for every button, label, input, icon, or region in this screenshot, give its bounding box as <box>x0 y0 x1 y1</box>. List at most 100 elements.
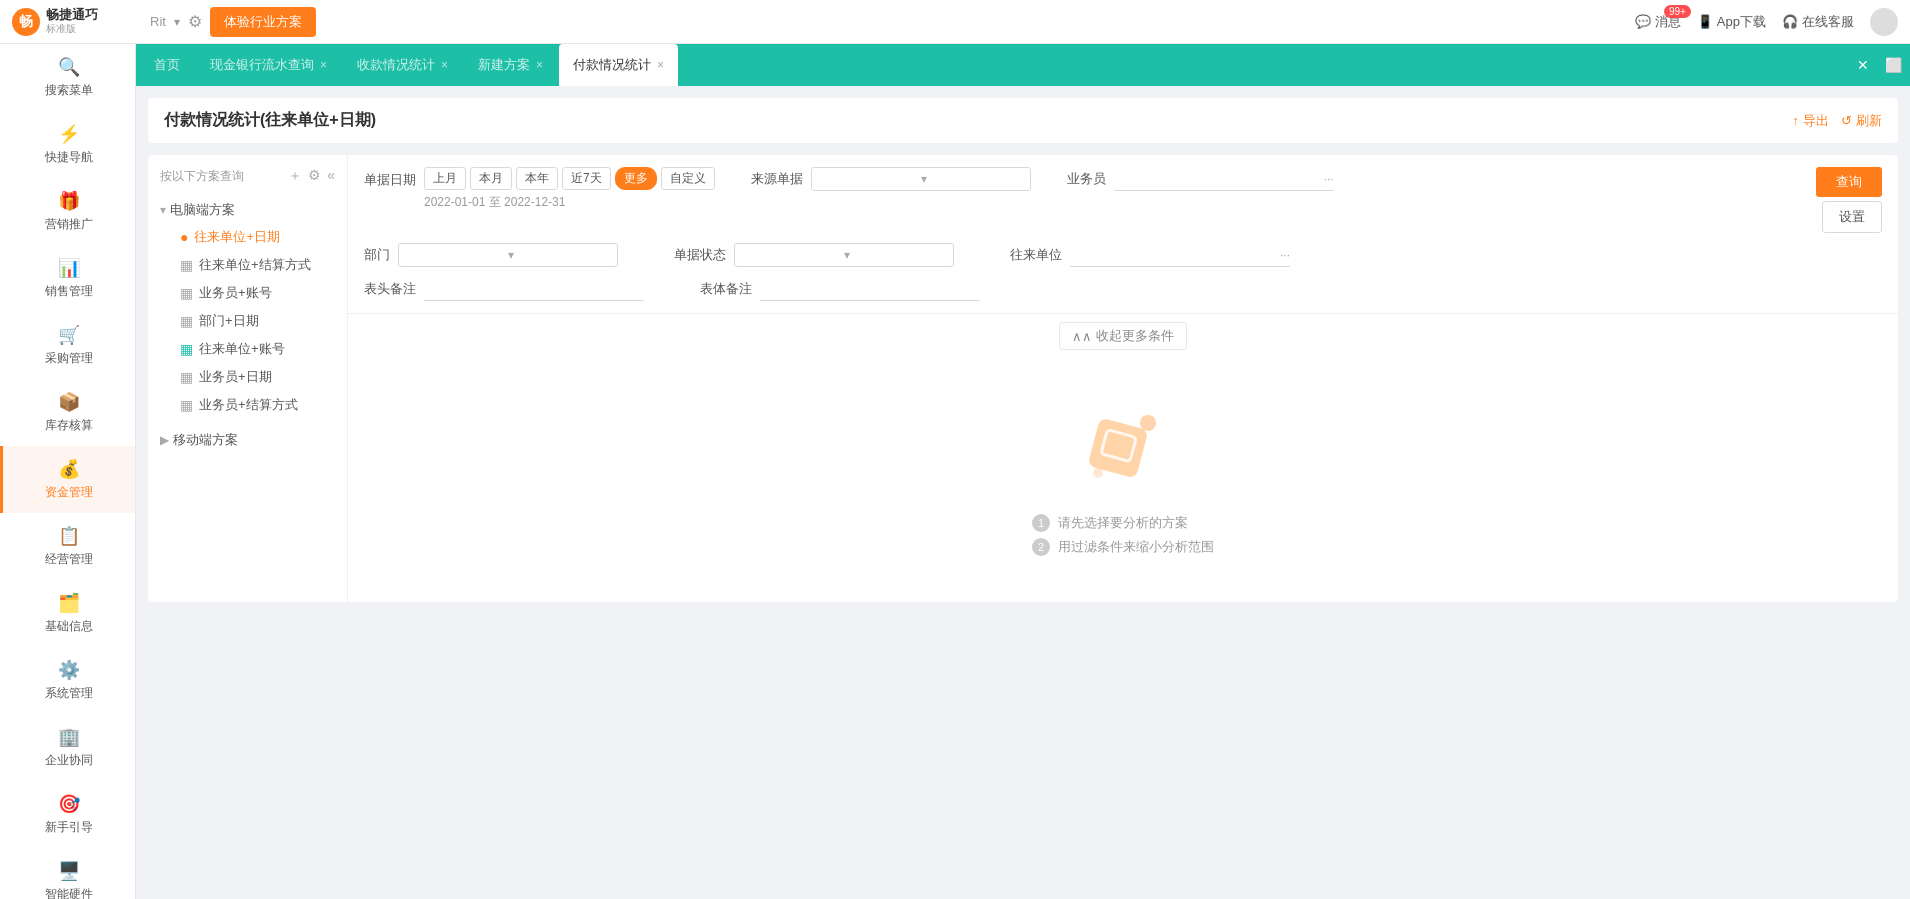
sidebar-item-shortcut[interactable]: ⚡ 快捷导航 <box>0 111 135 178</box>
sidebar-item-hardware[interactable]: 🖥️ 智能硬件 <box>0 848 135 899</box>
scheme-item-salesman-account[interactable]: ▦ 业务员+账号 <box>160 279 335 307</box>
scheme-item-partner-date[interactable]: ● 往来单位+日期 <box>160 223 335 251</box>
marketing-icon: 🎁 <box>58 190 80 212</box>
partner-ellipsis[interactable]: ··· <box>1280 248 1290 262</box>
desktop-section: ▾ 电脑端方案 ● 往来单位+日期 ▦ 往来单位+结算方式 ▦ <box>148 193 347 423</box>
query-btn[interactable]: 查询 <box>1816 167 1882 197</box>
try-industry-btn[interactable]: 体验行业方案 <box>210 7 316 37</box>
filter-row-2: 部门 ▾ 单据状态 ▾ <box>364 243 1882 267</box>
top-bar-right: 💬 消息 99+ 📱 App下载 🎧 在线客服 <box>1635 8 1898 36</box>
tab-new-close[interactable]: × <box>536 58 543 72</box>
source-select[interactable]: ▾ <box>811 167 1031 191</box>
salesman-ellipsis[interactable]: ··· <box>1324 172 1334 186</box>
sidebar-item-sales[interactable]: 📊 销售管理 <box>0 245 135 312</box>
tab-new[interactable]: 新建方案 × <box>464 44 557 86</box>
hardware-icon: 🖥️ <box>58 860 80 882</box>
tab-payment-close[interactable]: × <box>657 58 664 72</box>
scheme-icon-2: ▦ <box>180 285 193 301</box>
sidebar-item-basic[interactable]: 🗂️ 基础信息 <box>0 580 135 647</box>
header-remark-input[interactable] <box>424 277 644 301</box>
sidebar-item-search[interactable]: 🔍 搜索菜单 <box>0 44 135 111</box>
panel-toolbar-actions: ＋ ⚙ « <box>288 167 335 185</box>
top-bar: 畅 畅捷通巧 标准版 Rit ▾ ⚙ 体验行业方案 💬 消息 99+ 📱 App… <box>0 0 1910 44</box>
sidebar-item-operation[interactable]: 📋 经营管理 <box>0 513 135 580</box>
scheme-item-partner-account[interactable]: ▦ 往来单位+账号 <box>160 335 335 363</box>
collapse-panel-btn[interactable]: « <box>327 167 335 185</box>
scheme-item-dept-date[interactable]: ▦ 部门+日期 <box>160 307 335 335</box>
scheme-icon-6: ▦ <box>180 397 193 413</box>
close-all-tabs-btn[interactable]: ✕ <box>1853 53 1873 77</box>
date-last-month-btn[interactable]: 上月 <box>424 167 466 190</box>
doc-status-select[interactable]: ▾ <box>734 243 954 267</box>
capital-icon: 💰 <box>58 458 80 480</box>
download-icon: 📱 <box>1697 14 1713 29</box>
enterprise-icon: 🏢 <box>58 726 80 748</box>
tab-home[interactable]: 首页 <box>140 44 194 86</box>
date-this-year-btn[interactable]: 本年 <box>516 167 558 190</box>
empty-illustration <box>1073 398 1173 498</box>
tab-bank[interactable]: 现金银行流水查询 × <box>196 44 341 86</box>
source-filter: 来源单据 ▾ <box>751 167 1031 191</box>
desktop-section-header[interactable]: ▾ 电脑端方案 <box>160 197 335 223</box>
partner-input[interactable] <box>1070 243 1276 266</box>
logo-sub: 标准版 <box>46 22 98 36</box>
date-more-btn[interactable]: 更多 <box>615 167 657 190</box>
doc-status-label: 单据状态 <box>674 246 726 264</box>
filter-row-1: 单据日期 上月 本月 本年 近7天 更多 自定义 <box>364 167 1882 233</box>
empty-svg <box>1078 403 1168 493</box>
user-avatar[interactable] <box>1870 8 1898 36</box>
date-last7-btn[interactable]: 近7天 <box>562 167 611 190</box>
mobile-section-header[interactable]: ▶ 移动端方案 <box>160 427 335 453</box>
app-download-btn[interactable]: 📱 App下载 <box>1697 13 1766 31</box>
sidebar-item-purchase[interactable]: 🛒 采购管理 <box>0 312 135 379</box>
salesman-input[interactable] <box>1114 167 1320 190</box>
sidebar-item-inventory[interactable]: 📦 库存核算 <box>0 379 135 446</box>
search-icon: 🔍 <box>58 56 80 78</box>
filter-row-3: 表头备注 表体备注 <box>364 277 1882 301</box>
scheme-item-salesman-date[interactable]: ▦ 业务员+日期 <box>160 363 335 391</box>
date-this-month-btn[interactable]: 本月 <box>470 167 512 190</box>
page-content: 付款情况统计(往来单位+日期) ↑ 导出 ↺ 刷新 <box>136 86 1910 899</box>
online-service-btn[interactable]: 🎧 在线客服 <box>1782 13 1854 31</box>
export-btn[interactable]: ↑ 导出 <box>1793 112 1830 130</box>
tab-bank-close[interactable]: × <box>320 58 327 72</box>
maximize-btn[interactable]: ⬜ <box>1881 53 1906 77</box>
tab-income[interactable]: 收款情况统计 × <box>343 44 462 86</box>
workspace-container: 按以下方案查询 ＋ ⚙ « ▾ 电脑端方案 ● <box>148 155 1898 602</box>
scheme-icon-3: ▦ <box>180 313 193 329</box>
current-company-title: Rit <box>150 14 166 29</box>
setting-btn[interactable]: 设置 <box>1822 201 1882 233</box>
notification-badge: 99+ <box>1664 5 1691 18</box>
sidebar-item-enterprise[interactable]: 🏢 企业协同 <box>0 714 135 781</box>
scheme-item-partner-settle[interactable]: ▦ 往来单位+结算方式 <box>160 251 335 279</box>
scheme-active-icon: ● <box>180 229 188 245</box>
tab-payment[interactable]: 付款情况统计 × <box>559 44 678 86</box>
doc-status-arrow: ▾ <box>844 248 945 262</box>
page-title: 付款情况统计(往来单位+日期) <box>164 110 376 131</box>
settings-gear-icon[interactable]: ⚙ <box>188 12 202 31</box>
sidebar-item-marketing[interactable]: 🎁 营销推广 <box>0 178 135 245</box>
partner-input-area: ··· <box>1070 243 1290 267</box>
sidebar-item-system[interactable]: ⚙️ 系统管理 <box>0 647 135 714</box>
refresh-btn[interactable]: ↺ 刷新 <box>1841 112 1882 130</box>
date-custom-btn[interactable]: 自定义 <box>661 167 715 190</box>
date-label: 单据日期 <box>364 171 416 189</box>
mobile-section: ▶ 移动端方案 <box>148 423 347 457</box>
company-dropdown-arrow[interactable]: ▾ <box>174 15 180 29</box>
purchase-icon: 🛒 <box>58 324 80 346</box>
manage-scheme-btn[interactable]: ⚙ <box>308 167 321 185</box>
tab-income-close[interactable]: × <box>441 58 448 72</box>
sidebar-item-guide[interactable]: 🎯 新手引导 <box>0 781 135 848</box>
logo-text: 畅捷通巧 <box>46 7 98 23</box>
body-remark-input[interactable] <box>760 277 980 301</box>
add-scheme-btn[interactable]: ＋ <box>288 167 302 185</box>
sidebar-item-capital[interactable]: 💰 资金管理 <box>0 446 135 513</box>
left-panel: 按以下方案查询 ＋ ⚙ « ▾ 电脑端方案 ● <box>148 155 348 602</box>
query-area: 查询 设置 <box>1816 167 1882 233</box>
collapse-btn[interactable]: ∧∧ 收起更多条件 <box>1059 322 1187 350</box>
scheme-item-salesman-settle[interactable]: ▦ 业务员+结算方式 <box>160 391 335 419</box>
main-layout: 🔍 搜索菜单 ⚡ 快捷导航 🎁 营销推广 📊 销售管理 🛒 采购管理 📦 库存核… <box>0 44 1910 899</box>
dept-select[interactable]: ▾ <box>398 243 618 267</box>
notification-btn[interactable]: 💬 消息 99+ <box>1635 13 1681 31</box>
desktop-section-label: 电脑端方案 <box>170 201 235 219</box>
